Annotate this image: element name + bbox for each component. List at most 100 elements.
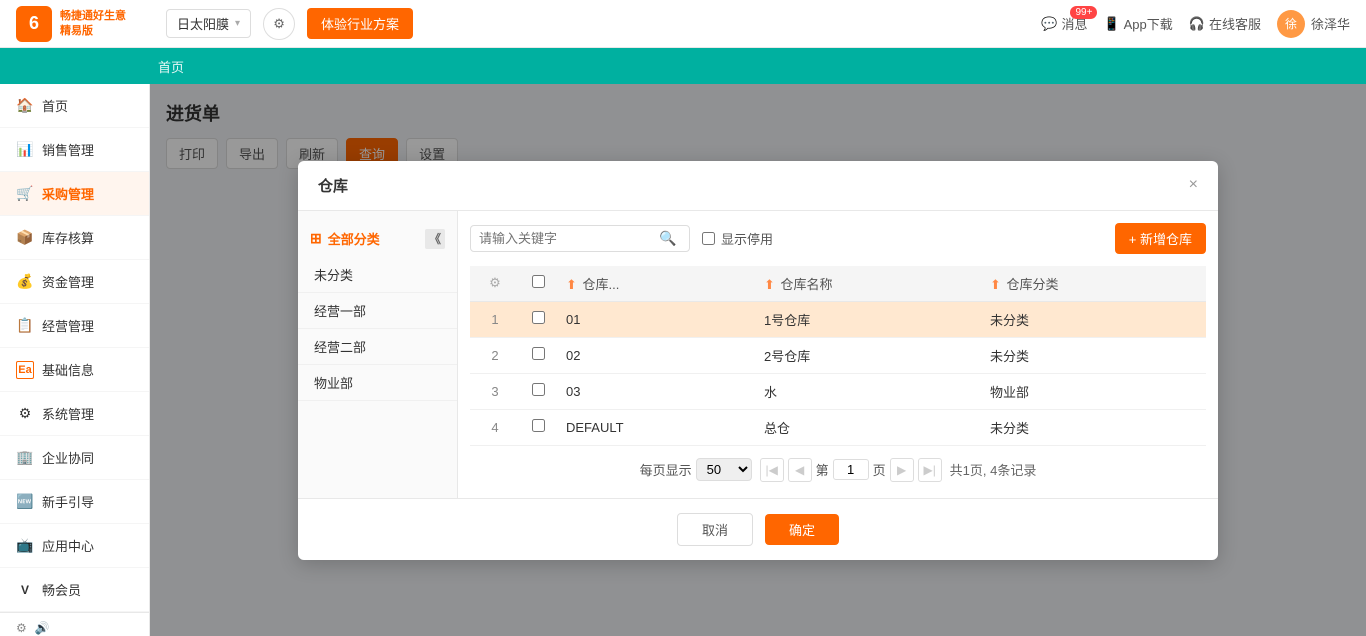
per-page-dropdown[interactable]: 50 20 100 (696, 458, 752, 481)
category-item-ops1[interactable]: 经营一部 (298, 293, 457, 329)
apps-icon: 📺 (16, 537, 34, 555)
page-number-input[interactable] (833, 459, 869, 480)
col-gear: ⚙ (470, 266, 520, 302)
table-panel: 🔍 显示停用 + 新增仓库 ⚙ (458, 211, 1218, 498)
row-num: 1 (470, 301, 520, 337)
row-check[interactable] (520, 373, 556, 409)
sidebar-item-basic[interactable]: Ea 基础信息 (0, 348, 149, 392)
sidebar-item-purchase[interactable]: 🛒 采购管理 (0, 172, 149, 216)
basic-icon: Ea (16, 361, 34, 379)
table-toolbar: 🔍 显示停用 + 新增仓库 (470, 223, 1206, 254)
cancel-button[interactable]: 取消 (677, 513, 753, 546)
app-download-button[interactable]: 📱 App下载 (1103, 14, 1172, 33)
row-warehouse-name: 2号仓库 (754, 337, 980, 373)
message-button[interactable]: 💬 消息 99+ (1041, 14, 1087, 33)
modal-footer: 取消 确定 (298, 498, 1218, 560)
show-disabled-checkbox[interactable] (702, 232, 715, 245)
table-body: 1 01 1号仓库 未分类 2 02 (470, 301, 1206, 445)
warehouse-modal: 仓库 × ⊞ 全部分类 《 未分类 经营一部 经营二部 (298, 161, 1218, 560)
sidebar-item-apps[interactable]: 📺 应用中心 (0, 524, 149, 568)
table-header: ⚙ ⬆ 仓库... ⬆ (470, 266, 1206, 302)
per-page-selector: 每页显示 50 20 100 (640, 458, 752, 481)
search-box: 🔍 (470, 225, 690, 252)
sidebar-item-finance[interactable]: 💰 资金管理 (0, 260, 149, 304)
table-row[interactable]: 1 01 1号仓库 未分类 (470, 301, 1206, 337)
all-categories-header[interactable]: ⊞ 全部分类 《 (298, 221, 457, 257)
table-row[interactable]: 4 DEFAULT 总仓 未分类 (470, 409, 1206, 445)
sidebar-item-inventory[interactable]: 📦 库存核算 (0, 216, 149, 260)
dropdown-arrow-icon: ▾ (235, 18, 240, 29)
next-page-button[interactable]: ▶ (890, 458, 914, 482)
logo-icon: 6 (16, 6, 52, 42)
table-row[interactable]: 2 02 2号仓库 未分类 (470, 337, 1206, 373)
row-warehouse-name: 总仓 (754, 409, 980, 445)
main-layout: 🏠 首页 📊 销售管理 🛒 采购管理 📦 库存核算 💰 资金管理 📋 经营管理 … (0, 84, 1366, 636)
header-center: 日太阳膜 ▾ ⚙ 体验行业方案 (166, 8, 1041, 40)
headset-icon: 🎧 (1189, 16, 1205, 32)
breadcrumb-home[interactable]: 首页 (150, 53, 192, 80)
modal-body: ⊞ 全部分类 《 未分类 经营一部 经营二部 物业部 (298, 211, 1218, 498)
collapse-button[interactable]: 《 (425, 229, 445, 249)
sub-header: 首页 (0, 48, 1366, 84)
sidebar-item-home[interactable]: 🏠 首页 (0, 84, 149, 128)
row-warehouse-name: 水 (754, 373, 980, 409)
sales-icon: 📊 (16, 141, 34, 159)
search-input[interactable] (479, 231, 659, 246)
prev-page-button[interactable]: ◀ (788, 458, 812, 482)
purchase-icon: 🛒 (16, 185, 34, 203)
row-code: 01 (556, 301, 754, 337)
modal-overlay: 仓库 × ⊞ 全部分类 《 未分类 经营一部 经营二部 (150, 84, 1366, 636)
finance-icon: 💰 (16, 273, 34, 291)
sidebar-item-enterprise[interactable]: 🏢 企业协同 (0, 436, 149, 480)
first-page-button[interactable]: |◀ (760, 458, 784, 482)
enterprise-icon: 🏢 (16, 449, 34, 467)
message-icon: 💬 (1041, 16, 1057, 32)
volume-icon[interactable]: 🔊 (35, 621, 50, 635)
store-selector[interactable]: 日太阳膜 ▾ (166, 9, 251, 38)
modal-header: 仓库 × (298, 161, 1218, 211)
category-panel: ⊞ 全部分类 《 未分类 经营一部 经营二部 物业部 (298, 211, 458, 498)
gear-icon: ⚙ (273, 16, 285, 32)
trial-button[interactable]: 体验行业方案 (307, 8, 413, 39)
main-content: 进货单 打印 导出 刷新 查询 设置 仓库 × (150, 84, 1366, 636)
modal-close-button[interactable]: × (1189, 176, 1198, 194)
sidebar-item-sales[interactable]: 📊 销售管理 (0, 128, 149, 172)
row-category: 物业部 (980, 373, 1206, 409)
category-item-property[interactable]: 物业部 (298, 365, 457, 401)
brand-text: 畅捷通好生意 精易版 (60, 9, 126, 38)
header-right: 💬 消息 99+ 📱 App下载 🎧 在线客服 徐 徐泽华 (1041, 10, 1350, 38)
row-check[interactable] (520, 409, 556, 445)
row-check[interactable] (520, 337, 556, 373)
top-header: 6 畅捷通好生意 精易版 日太阳膜 ▾ ⚙ 体验行业方案 💬 消息 99+ 📱 … (0, 0, 1366, 48)
sort-cat-icon: ⬆ (990, 277, 1001, 292)
add-warehouse-button[interactable]: + 新增仓库 (1115, 223, 1206, 254)
row-num: 3 (470, 373, 520, 409)
category-item-ops2[interactable]: 经营二部 (298, 329, 457, 365)
phone-icon: 📱 (1103, 16, 1119, 32)
inventory-icon: 📦 (16, 229, 34, 247)
message-badge: 99+ (1070, 6, 1097, 19)
col-category: ⬆ 仓库分类 (980, 266, 1206, 302)
search-icon[interactable]: 🔍 (659, 230, 676, 247)
last-page-button[interactable]: ▶| (918, 458, 942, 482)
sidebar-item-operations[interactable]: 📋 经营管理 (0, 304, 149, 348)
sidebar-bottom: ⚙ 🔊 (0, 612, 149, 636)
row-code: 03 (556, 373, 754, 409)
row-num: 2 (470, 337, 520, 373)
settings-bottom-icon[interactable]: ⚙ (16, 621, 27, 635)
sidebar-item-system[interactable]: ⚙ 系统管理 (0, 392, 149, 436)
system-icon: ⚙ (16, 405, 34, 423)
category-item-unclassified[interactable]: 未分类 (298, 257, 457, 293)
online-service-button[interactable]: 🎧 在线客服 (1189, 14, 1261, 33)
row-check[interactable] (520, 301, 556, 337)
sidebar-item-member[interactable]: V 畅会员 (0, 568, 149, 612)
show-disabled-label: 显示停用 (702, 229, 773, 248)
select-all-checkbox[interactable] (532, 275, 545, 288)
user-menu[interactable]: 徐 徐泽华 (1277, 10, 1350, 38)
confirm-button[interactable]: 确定 (765, 514, 839, 545)
sort-name-icon: ⬆ (764, 277, 775, 292)
table-row[interactable]: 3 03 水 物业部 (470, 373, 1206, 409)
sidebar-item-guide[interactable]: 🆕 新手引导 (0, 480, 149, 524)
grid-icon: ⊞ (310, 230, 322, 247)
settings-button[interactable]: ⚙ (263, 8, 295, 40)
